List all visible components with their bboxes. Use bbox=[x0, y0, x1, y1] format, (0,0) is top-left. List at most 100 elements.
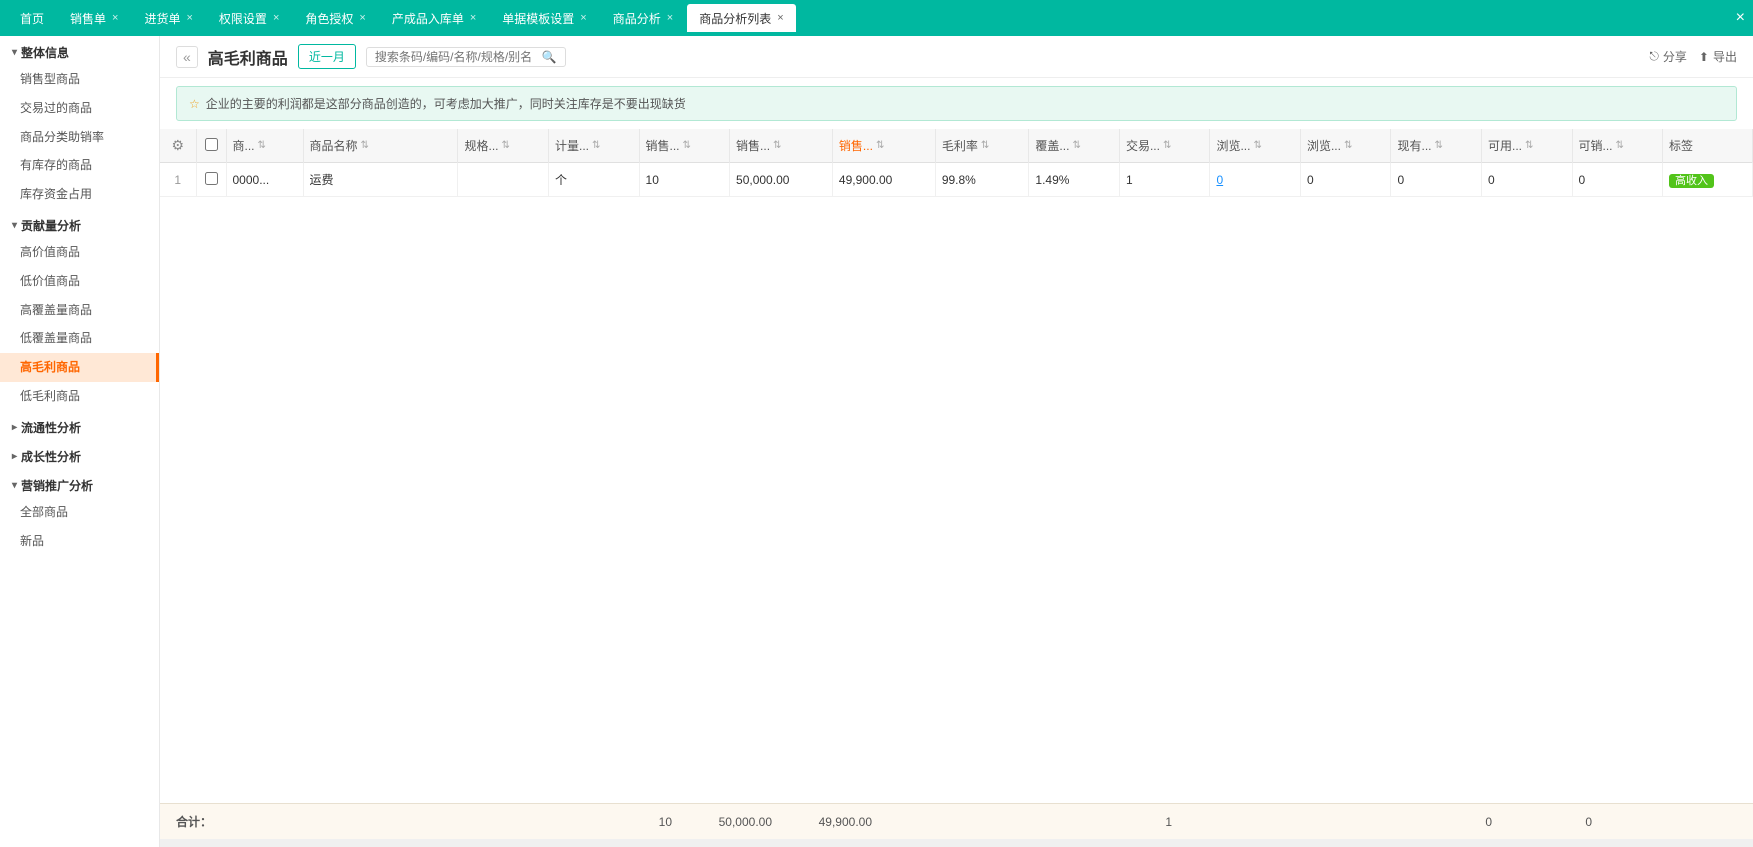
sort-icon[interactable]: ⇅ bbox=[502, 140, 510, 151]
tab-template[interactable]: 单据模板设置 × bbox=[490, 4, 598, 32]
sort-icon[interactable]: ⇅ bbox=[1163, 140, 1171, 151]
sidebar-item-category-rate[interactable]: 商品分类助销率 bbox=[0, 123, 159, 152]
sort-icon[interactable]: ⇅ bbox=[981, 140, 989, 151]
sidebar-item-high-coverage[interactable]: 高覆盖量商品 bbox=[0, 296, 159, 325]
col-stock-available: 可用...⇅ bbox=[1482, 129, 1573, 163]
sidebar-item-high-value[interactable]: 高价值商品 bbox=[0, 238, 159, 267]
chevron-down-icon: ▾ bbox=[12, 220, 17, 231]
sidebar-section-marketing[interactable]: ▾ 营销推广分析 bbox=[0, 469, 159, 498]
sidebar-section-growth[interactable]: ▸ 成长性分析 bbox=[0, 440, 159, 469]
sort-icon[interactable]: ⇅ bbox=[1253, 140, 1261, 151]
sidebar: ▾ 整体信息 销售型商品 交易过的商品 商品分类助销率 有库存的商品 库存资金占… bbox=[0, 36, 160, 847]
tag-badge: 高收入 bbox=[1669, 174, 1714, 188]
col-index: ⚙ bbox=[160, 129, 196, 163]
cell-browse2: 0 bbox=[1300, 163, 1391, 197]
sidebar-item-stock-fund[interactable]: 库存资金占用 bbox=[0, 180, 159, 209]
sidebar-section-liquidity[interactable]: ▸ 流通性分析 bbox=[0, 411, 159, 440]
row-checkbox[interactable] bbox=[205, 172, 218, 185]
sort-icon[interactable]: ⇅ bbox=[361, 140, 369, 151]
share-icon: ⎋ bbox=[1649, 49, 1659, 64]
chevron-down-icon: ▾ bbox=[12, 47, 17, 58]
sort-icon[interactable]: ⇅ bbox=[1616, 140, 1624, 151]
sidebar-item-new-goods[interactable]: 新品 bbox=[0, 527, 159, 556]
top-nav: 首页 销售单 × 进货单 × 权限设置 × 角色授权 × 产成品入库单 × 单据… bbox=[0, 0, 1753, 36]
content-area: « 高毛利商品 近一月 🔍 ⎋ 分享 ⬆ 导出 ☆ 企业的主要的利润都是这部 bbox=[160, 36, 1753, 847]
chevron-right-icon: ▸ bbox=[12, 422, 17, 433]
table-header-row: ⚙ 商...⇅ 商品名称⇅ 规格...⇅ bbox=[160, 129, 1753, 163]
close-icon[interactable]: × bbox=[186, 12, 192, 24]
col-browse2: 浏览...⇅ bbox=[1300, 129, 1391, 163]
table-row: 1 0000... 运费 个 10 50,000.00 49,900.00 99… bbox=[160, 163, 1753, 197]
tab-product-analysis-list[interactable]: 商品分析列表 × bbox=[687, 4, 795, 32]
tab-sales[interactable]: 销售单 × bbox=[58, 4, 130, 32]
footer-stock-available: 0 bbox=[1512, 815, 1592, 829]
tab-product-inbound[interactable]: 产成品入库单 × bbox=[380, 4, 488, 32]
close-icon[interactable]: × bbox=[273, 12, 279, 24]
col-browse1: 浏览...⇅ bbox=[1210, 129, 1301, 163]
cell-sales-amount: 50,000.00 bbox=[730, 163, 833, 197]
tab-home[interactable]: 首页 bbox=[8, 4, 56, 32]
sort-icon[interactable]: ⇅ bbox=[1344, 140, 1352, 151]
cell-unit: 个 bbox=[549, 163, 640, 197]
sidebar-item-in-stock[interactable]: 有库存的商品 bbox=[0, 151, 159, 180]
close-icon[interactable]: × bbox=[359, 12, 365, 24]
search-input[interactable] bbox=[375, 50, 538, 64]
share-button[interactable]: ⎋ 分享 bbox=[1649, 48, 1687, 65]
cell-browse1[interactable]: 0 bbox=[1210, 163, 1301, 197]
close-icon[interactable]: × bbox=[580, 12, 586, 24]
col-stock-saleable: 可销...⇅ bbox=[1572, 129, 1663, 163]
footer-stock-current: 0 bbox=[1412, 815, 1492, 829]
sidebar-item-low-gross[interactable]: 低毛利商品 bbox=[0, 382, 159, 411]
info-banner: ☆ 企业的主要的利润都是这部分商品创造的，可考虑加大推广，同时关注库存是不要出现… bbox=[176, 86, 1737, 121]
collapse-sidebar-button[interactable]: « bbox=[176, 46, 198, 68]
chevron-right-icon: ▸ bbox=[12, 451, 17, 462]
cell-spec bbox=[458, 163, 549, 197]
tab-permission[interactable]: 权限设置 × bbox=[207, 4, 291, 32]
footer-sales-cost: 49,900.00 bbox=[792, 815, 872, 829]
col-code: 商...⇅ bbox=[226, 129, 303, 163]
sidebar-item-low-coverage[interactable]: 低覆盖量商品 bbox=[0, 324, 159, 353]
close-all-button[interactable]: × bbox=[1736, 9, 1745, 27]
sort-icon[interactable]: ⇅ bbox=[1435, 140, 1443, 151]
cell-sales-qty: 10 bbox=[639, 163, 730, 197]
sidebar-section-contribution[interactable]: ▾ 贡献量分析 bbox=[0, 209, 159, 238]
sidebar-item-low-value[interactable]: 低价值商品 bbox=[0, 267, 159, 296]
close-icon[interactable]: × bbox=[777, 12, 783, 24]
sidebar-item-all-goods[interactable]: 全部商品 bbox=[0, 498, 159, 527]
sidebar-item-sales-goods[interactable]: 销售型商品 bbox=[0, 65, 159, 94]
date-filter-button[interactable]: 近一月 bbox=[298, 44, 356, 69]
select-all-checkbox[interactable] bbox=[205, 138, 218, 151]
close-icon[interactable]: × bbox=[667, 12, 673, 24]
sort-icon[interactable]: ⇅ bbox=[258, 140, 266, 151]
cell-sales-cost: 49,900.00 bbox=[832, 163, 935, 197]
footer-trade-count: 1 bbox=[1092, 815, 1172, 829]
cell-index: 1 bbox=[160, 163, 196, 197]
tab-role[interactable]: 角色授权 × bbox=[293, 4, 377, 32]
cell-cover-rate: 1.49% bbox=[1029, 163, 1120, 197]
cell-code: 0000... bbox=[226, 163, 303, 197]
export-button[interactable]: ⬆ 导出 bbox=[1699, 48, 1737, 65]
footer-sales-qty: 10 bbox=[592, 815, 672, 829]
bottom-scrollbar[interactable] bbox=[160, 839, 1753, 847]
sidebar-item-traded-goods[interactable]: 交易过的商品 bbox=[0, 94, 159, 123]
search-box[interactable]: 🔍 bbox=[366, 47, 566, 67]
sort-icon[interactable]: ⇅ bbox=[592, 140, 600, 151]
sort-icon[interactable]: ⇅ bbox=[773, 140, 781, 151]
search-icon[interactable]: 🔍 bbox=[542, 50, 557, 64]
settings-icon[interactable]: ⚙ bbox=[171, 137, 184, 153]
close-icon[interactable]: × bbox=[470, 12, 476, 24]
sort-icon[interactable]: ⇅ bbox=[683, 140, 691, 151]
tab-purchase[interactable]: 进货单 × bbox=[132, 4, 204, 32]
sort-icon[interactable]: ⇅ bbox=[1525, 140, 1533, 151]
sort-icon[interactable]: ⇅ bbox=[1072, 140, 1080, 151]
footer-label: 合计： bbox=[176, 813, 212, 830]
sidebar-section-overall[interactable]: ▾ 整体信息 bbox=[0, 36, 159, 65]
sort-icon[interactable]: ⇅ bbox=[876, 140, 884, 151]
col-gross-rate: 毛利率⇅ bbox=[935, 129, 1029, 163]
tab-product-analysis[interactable]: 商品分析 × bbox=[601, 4, 685, 32]
sidebar-item-high-gross[interactable]: 高毛利商品 bbox=[0, 353, 159, 382]
cell-tag: 高收入 bbox=[1663, 163, 1753, 197]
col-sales-amount: 销售...⇅ bbox=[730, 129, 833, 163]
table-container[interactable]: ⚙ 商...⇅ 商品名称⇅ 规格...⇅ bbox=[160, 129, 1753, 803]
close-icon[interactable]: × bbox=[112, 12, 118, 24]
